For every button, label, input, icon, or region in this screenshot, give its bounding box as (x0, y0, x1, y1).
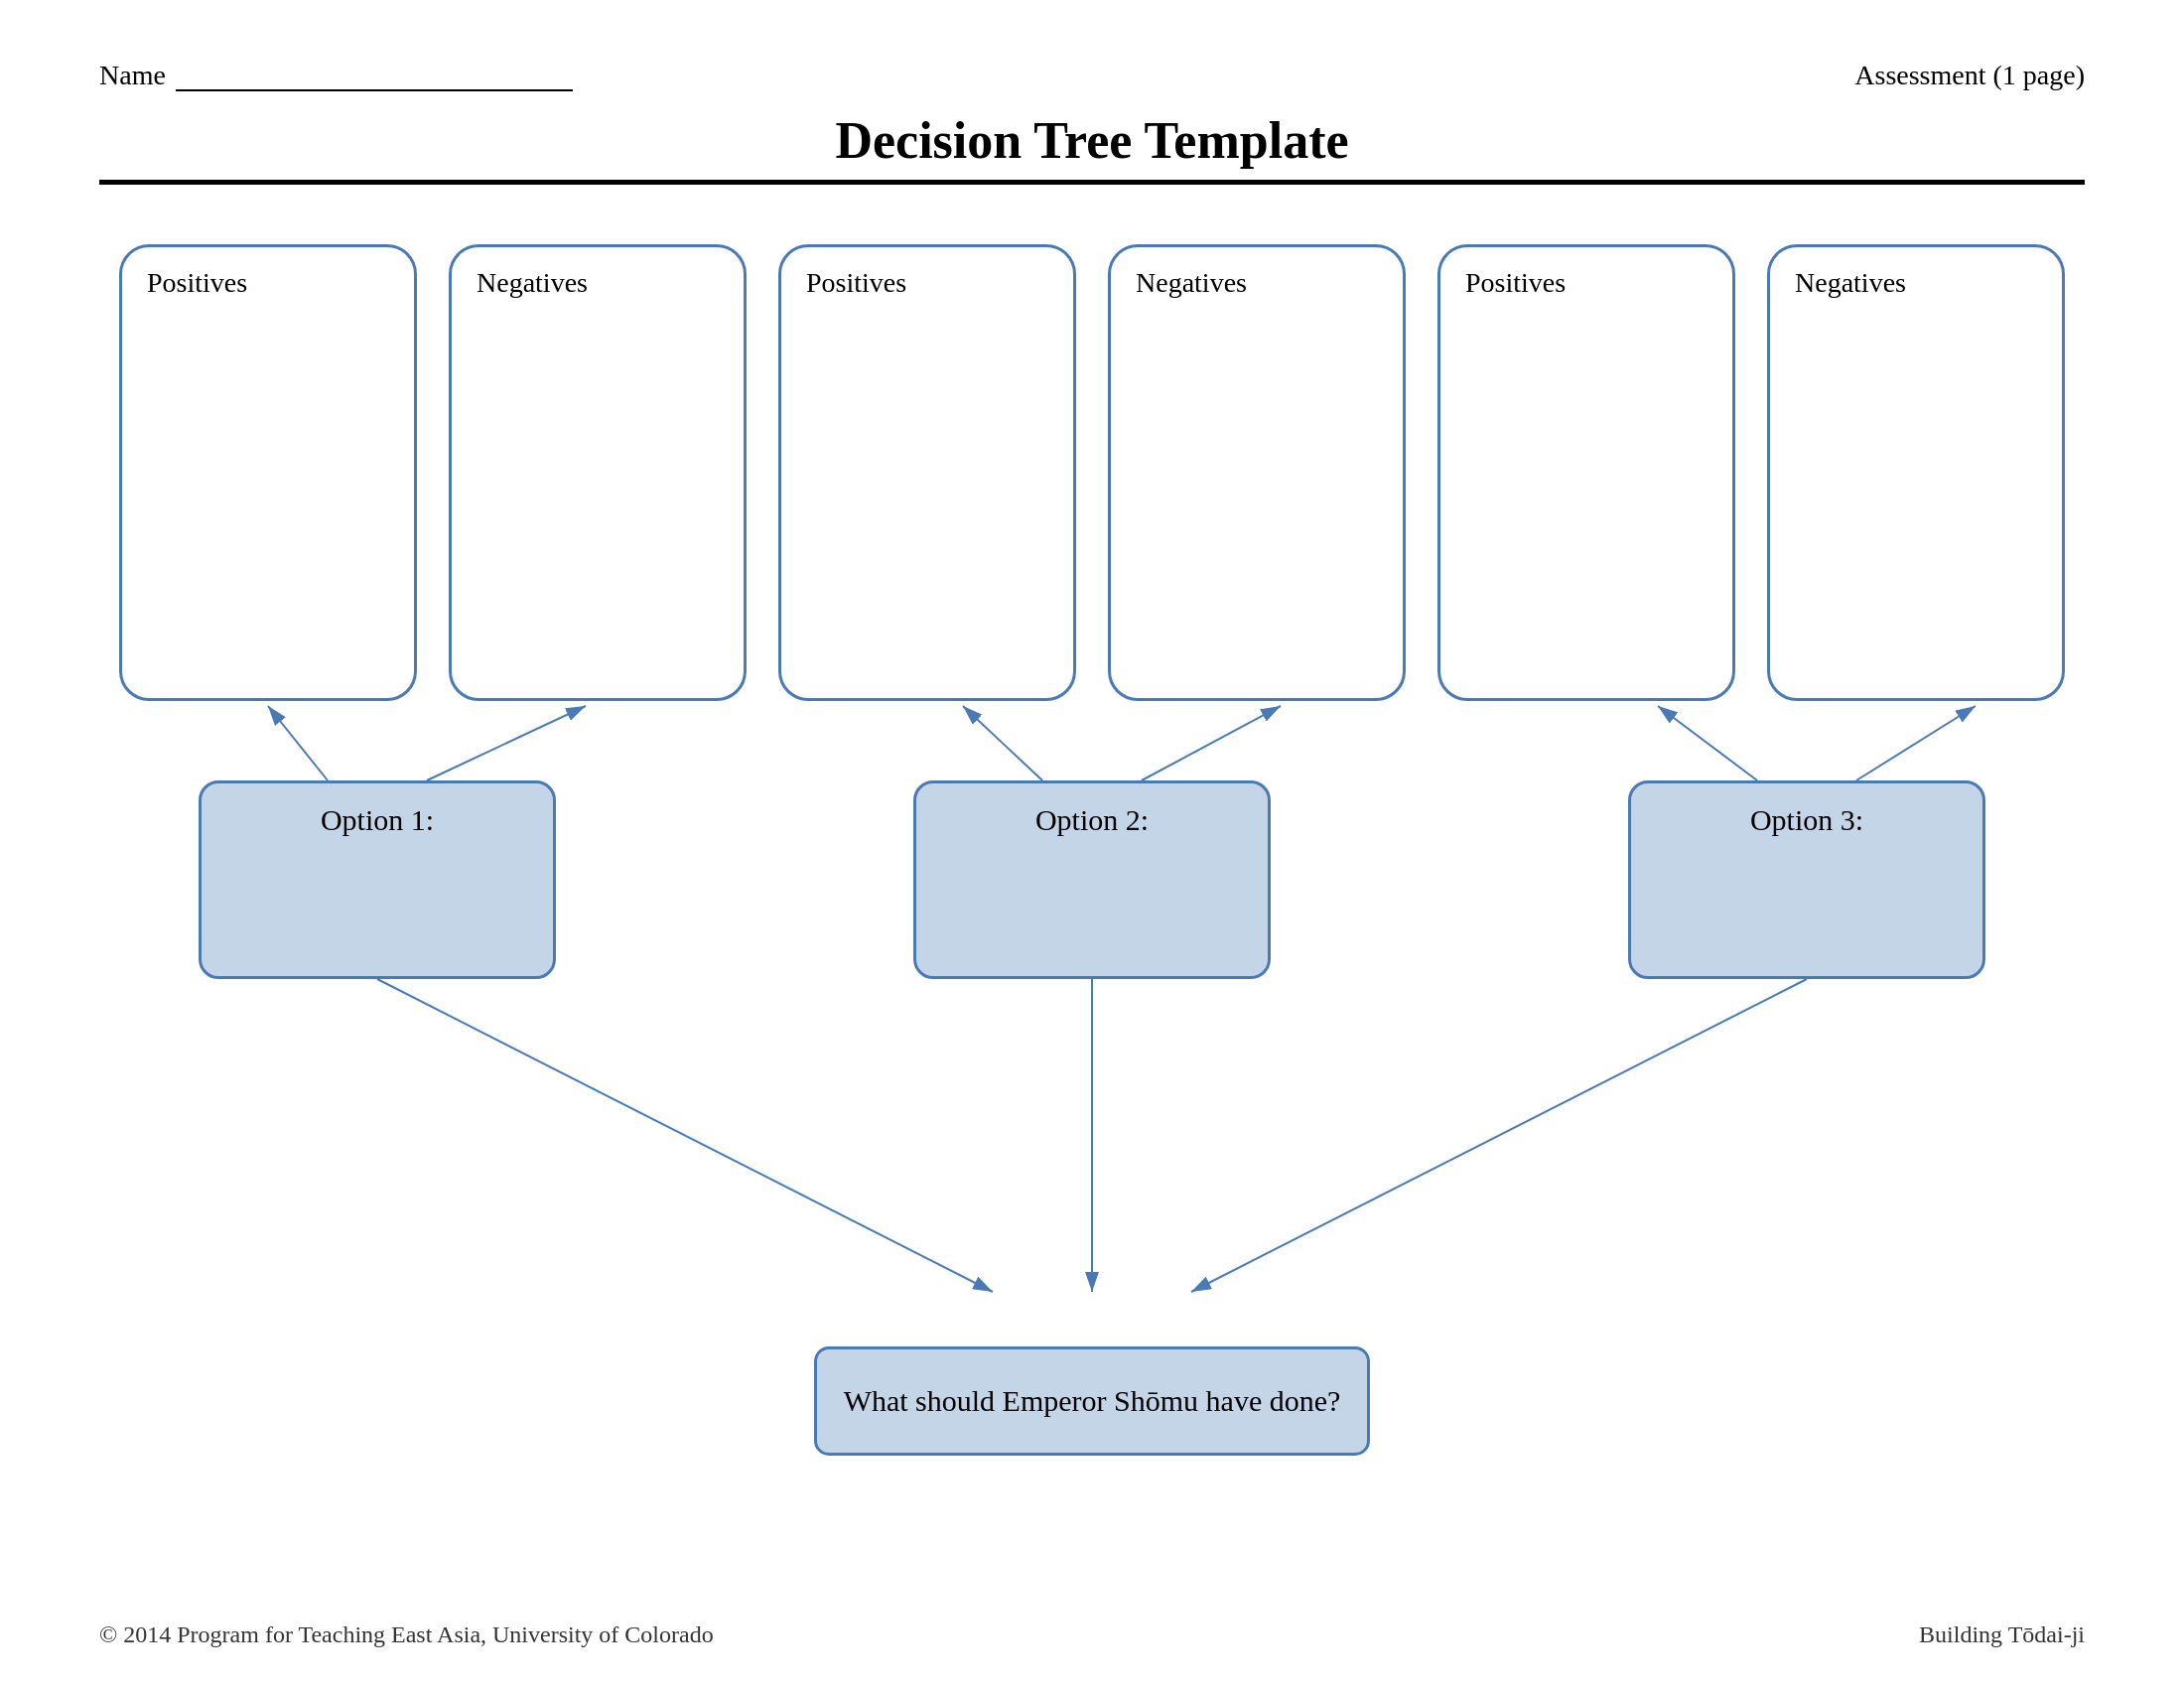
footer: © 2014 Program for Teaching East Asia, U… (99, 1621, 2085, 1648)
svg-line-10 (1191, 979, 1807, 1292)
footer-left: © 2014 Program for Teaching East Asia, U… (99, 1621, 714, 1648)
top-boxes-row: Positives Negatives Positives Negatives … (119, 244, 2065, 701)
root-box-label: What should Emperor Shōmu have done? (844, 1384, 1341, 1418)
top-box-negatives-3: Negatives (1767, 244, 2065, 701)
option-box-2: Option 2: (913, 780, 1271, 979)
name-field: Name (99, 60, 573, 91)
top-box-negatives-1: Negatives (449, 244, 747, 701)
top-box-label-6: Negatives (1795, 267, 1906, 299)
option-boxes-row: Option 1: Option 2: Option 3: (199, 780, 1985, 979)
top-box-positives-2: Positives (778, 244, 1076, 701)
svg-line-2 (268, 706, 328, 780)
top-box-positives-3: Positives (1437, 244, 1735, 701)
option-label-3: Option 3: (1750, 803, 1863, 837)
top-box-label-4: Negatives (1136, 267, 1247, 299)
footer-right: Building Tōdai-ji (1919, 1621, 2085, 1648)
page: Name Assessment (1 page) Decision Tree T… (0, 0, 2184, 1688)
tree-container: Positives Negatives Positives Negatives … (99, 244, 2085, 1535)
assessment-label: Assessment (1 page) (1854, 60, 2085, 91)
name-line[interactable] (176, 62, 573, 91)
root-box: What should Emperor Shōmu have done? (814, 1346, 1370, 1456)
option-label-2: Option 2: (1035, 803, 1149, 837)
top-box-negatives-2: Negatives (1108, 244, 1406, 701)
name-label: Name (99, 60, 166, 91)
svg-line-7 (1856, 706, 1976, 780)
option-box-3: Option 3: (1628, 780, 1985, 979)
option-box-1: Option 1: (199, 780, 556, 979)
header-row: Name Assessment (1 page) (99, 60, 2085, 91)
title-section: Decision Tree Template (99, 111, 2085, 170)
svg-line-4 (963, 706, 1042, 780)
option-label-1: Option 1: (321, 803, 434, 837)
top-box-label-2: Negatives (477, 267, 588, 299)
top-box-label-3: Positives (806, 267, 906, 299)
top-box-label-5: Positives (1465, 267, 1566, 299)
top-box-positives-1: Positives (119, 244, 417, 701)
svg-line-3 (427, 706, 586, 780)
svg-line-6 (1658, 706, 1757, 780)
title-divider (99, 180, 2085, 185)
page-title: Decision Tree Template (99, 111, 2085, 170)
svg-line-5 (1142, 706, 1281, 780)
top-box-label-1: Positives (147, 267, 247, 299)
svg-line-8 (377, 979, 993, 1292)
